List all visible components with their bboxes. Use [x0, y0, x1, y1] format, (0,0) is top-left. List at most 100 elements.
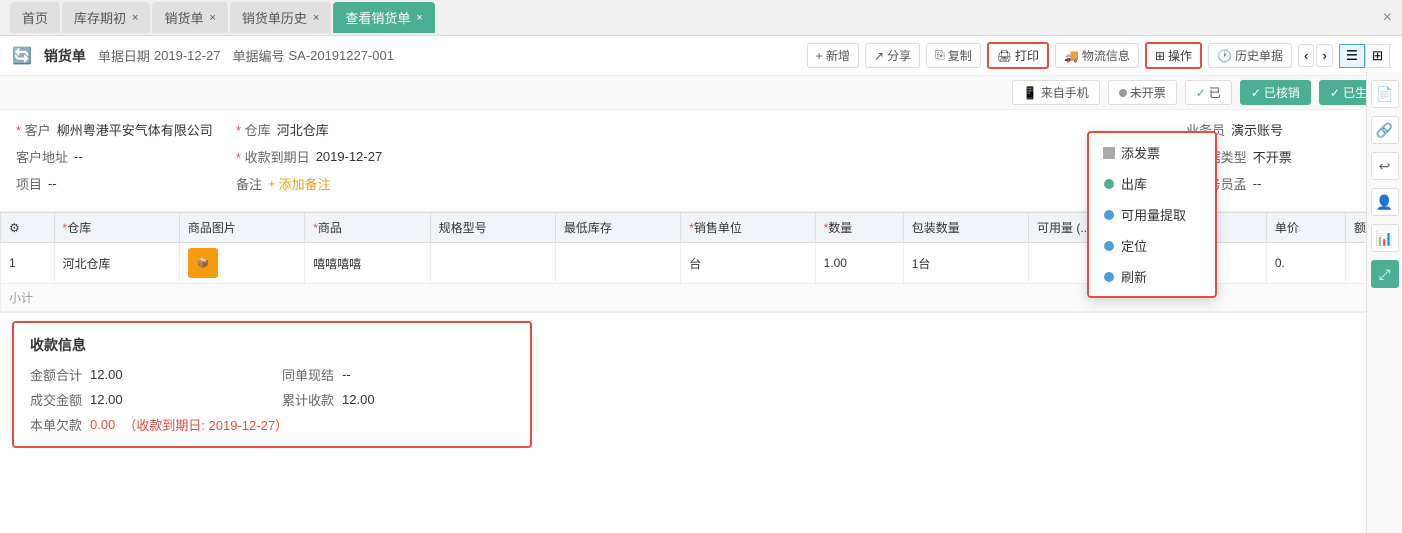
from-phone-button[interactable]: 📱 来自手机	[1012, 80, 1100, 105]
share-icon: ↗	[874, 49, 884, 63]
product-image: 📦	[188, 248, 218, 278]
arrears-note: （收款到期日: 2019-12-27）	[123, 415, 288, 434]
settlement-value: --	[342, 367, 351, 382]
project-label: 项目	[16, 174, 42, 193]
sidebar-expand-button[interactable]: ⤢	[1371, 260, 1399, 288]
available-qty-item[interactable]: 可用量提取	[1089, 199, 1215, 230]
settlement-row: 同单现结 --	[282, 365, 514, 384]
close-tab-sales-history[interactable]: ×	[313, 12, 319, 24]
amount-label: 金额合计	[30, 365, 82, 384]
address-field: 客户地址 --	[16, 147, 216, 166]
tab-view-sales[interactable]: 查看销货单 ×	[333, 2, 434, 33]
customer-field: 客户 柳州粤港平安气体有限公司	[16, 120, 216, 139]
row-qty: 1.00	[815, 243, 903, 284]
col-product: *商品	[305, 213, 430, 243]
address-value: --	[74, 149, 83, 164]
add-invoice-icon	[1103, 147, 1115, 159]
arrears-value: 0.00	[90, 417, 115, 432]
operations-dropdown: 添发票 出库 可用量提取 定位 刷新	[1087, 131, 1217, 298]
toolbar-right: + 新增 ↗ 分享 ⎘ 复制 🖨 打印 🚚 物流信息 ⊞ 操作 �	[807, 42, 1390, 69]
payment-title: 收款信息	[30, 335, 514, 355]
sidebar-undo-button[interactable]: ↩	[1371, 152, 1399, 180]
sidebar-doc-button[interactable]: 📄	[1371, 80, 1399, 108]
doc-type-label: 销货单	[44, 46, 86, 66]
tab-bar-close-button[interactable]: ×	[1383, 9, 1392, 27]
cancelled-icon: ✓	[1251, 86, 1261, 100]
col-gear: ⚙	[1, 213, 55, 243]
sidebar-chart-button[interactable]: 📊	[1371, 224, 1399, 252]
doc-icon: 🔄	[12, 46, 32, 66]
logistics-button[interactable]: 🚚 物流信息	[1055, 43, 1139, 68]
prev-button[interactable]: ‹	[1298, 44, 1314, 67]
staff-value: 演示账号	[1231, 120, 1283, 139]
plus-icon: +	[268, 176, 276, 191]
available-qty-icon	[1103, 209, 1115, 221]
warehouse-value: 河北仓库	[277, 120, 329, 139]
toolbar: 🔄 销货单 单据日期 2019-12-27 单据编号 SA-20191227-0…	[0, 36, 1402, 76]
tab-sales-history[interactable]: 销货单历史 ×	[230, 2, 331, 33]
note-label: 备注	[236, 174, 262, 193]
amount-value: 12.00	[90, 367, 123, 382]
view-toggle: ☰ ⊞	[1339, 44, 1390, 68]
new-button[interactable]: + 新增	[807, 43, 859, 68]
action-bar: 📱 来自手机 未开票 ✓ 已 ✓ 已核销 ✓ 已生效	[0, 76, 1402, 110]
row-min-stock	[555, 243, 680, 284]
close-tab-view-sales[interactable]: ×	[416, 12, 422, 24]
warehouse-label: 仓库	[236, 120, 271, 139]
address-label: 客户地址	[16, 147, 68, 166]
row-spec	[430, 243, 555, 284]
outbound-icon	[1103, 178, 1115, 190]
customer-value: 柳州粤港平安气体有限公司	[57, 120, 213, 139]
copy-button[interactable]: ⎘ 复制	[926, 43, 981, 68]
history-button[interactable]: 🕐 历史单据	[1208, 43, 1292, 68]
sidebar-user-button[interactable]: 👤	[1371, 188, 1399, 216]
tab-inventory[interactable]: 库存期初 ×	[62, 2, 150, 33]
due-date-label: 收款到期日	[236, 147, 310, 166]
tab-home[interactable]: 首页	[10, 2, 60, 33]
refresh-item[interactable]: 刷新	[1089, 261, 1215, 292]
outbound-item[interactable]: 出库	[1089, 168, 1215, 199]
col-img: 商品图片	[179, 213, 304, 243]
grid-view-button[interactable]: ⊞	[1365, 44, 1390, 68]
arrears-inner-row: 本单欠款 0.00 （收款到期日: 2019-12-27）	[30, 415, 514, 434]
check-button[interactable]: ✓ 已	[1185, 80, 1232, 105]
next-button[interactable]: ›	[1316, 44, 1332, 67]
history-icon: 🕐	[1217, 49, 1232, 63]
list-view-button[interactable]: ☰	[1339, 44, 1365, 68]
not-opened-button[interactable]: 未开票	[1108, 80, 1177, 105]
transaction-row: 成交金额 12.00	[30, 390, 262, 409]
note-field: 备注 + 添加备注	[236, 174, 436, 193]
project-value: --	[48, 176, 57, 191]
print-button[interactable]: 🖨 打印	[987, 42, 1049, 69]
cancelled-button[interactable]: ✓ 已核销	[1240, 80, 1311, 105]
project-field: 项目 --	[16, 174, 216, 193]
row-price: 0.	[1266, 243, 1345, 284]
tab-sales[interactable]: 销货单 ×	[152, 2, 227, 33]
locate-item[interactable]: 定位	[1089, 230, 1215, 261]
truck-icon: 🚚	[1064, 49, 1079, 63]
phone-icon: 📱	[1023, 86, 1038, 100]
operations-button[interactable]: ⊞ 操作	[1145, 42, 1202, 69]
payment-section: 收款信息 金额合计 12.00 同单现结 -- 成交金额 12.00 累计收款 …	[12, 321, 532, 448]
share-button[interactable]: ↗ 分享	[865, 43, 920, 68]
sidebar-link-button[interactable]: 🔗	[1371, 116, 1399, 144]
no-field: 单据编号 SA-20191227-001	[232, 46, 394, 65]
close-tab-inventory[interactable]: ×	[132, 12, 138, 24]
arrears-row: 本单欠款 0.00 （收款到期日: 2019-12-27）	[30, 415, 514, 434]
locate-icon	[1103, 240, 1115, 252]
add-invoice-item[interactable]: 添发票	[1089, 137, 1215, 168]
row-no: 1	[1, 243, 55, 284]
cumulative-label: 累计收款	[282, 390, 334, 409]
toolbar-left: 🔄 销货单 单据日期 2019-12-27 单据编号 SA-20191227-0…	[12, 46, 799, 66]
close-tab-sales[interactable]: ×	[209, 12, 215, 24]
warehouse-field: 仓库 河北仓库	[236, 120, 436, 139]
settlement-label: 同单现结	[282, 365, 334, 384]
grid-icon: ⊞	[1155, 49, 1165, 63]
right-sidebar: 📄 🔗 ↩ 👤 📊 ⤢	[1366, 72, 1402, 533]
transaction-label: 成交金额	[30, 390, 82, 409]
business-staff-value: --	[1253, 176, 1262, 191]
add-note-button[interactable]: + 添加备注	[268, 174, 331, 193]
due-date-value: 2019-12-27	[316, 149, 383, 164]
row-pack-qty: 1台	[903, 243, 1028, 284]
row-unit: 台	[681, 243, 815, 284]
